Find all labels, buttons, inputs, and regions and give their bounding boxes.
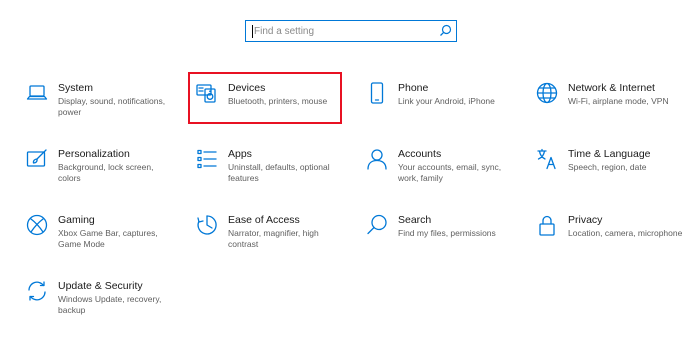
xbox-icon — [26, 214, 48, 236]
tile-title: Phone — [398, 82, 429, 94]
tile-description: Your accounts, email, sync, work, family — [398, 162, 502, 183]
tile-description: Xbox Game Bar, captures, Game Mode — [58, 228, 158, 249]
tile-description: Speech, region, date — [568, 162, 647, 172]
tile-title: Personalization — [58, 148, 130, 160]
tile-system[interactable]: System Display, sound, notifications, po… — [26, 82, 176, 132]
tile-description: Uninstall, defaults, optional features — [228, 162, 330, 183]
language-icon — [536, 148, 558, 170]
tile-title: Update & Security — [58, 280, 143, 292]
tile-phone[interactable]: Phone Link your Android, iPhone — [366, 82, 516, 132]
tile-title: Privacy — [568, 214, 603, 226]
tile-description: Background, lock screen, colors — [58, 162, 154, 183]
tile-network-internet[interactable]: Network & Internet Wi-Fi, airplane mode,… — [536, 82, 686, 132]
search-icon[interactable] — [439, 24, 452, 37]
tile-title: Time & Language — [568, 148, 651, 160]
search-icon — [366, 214, 388, 236]
person-icon — [366, 148, 388, 170]
tile-apps[interactable]: Apps Uninstall, defaults, optional featu… — [196, 148, 346, 198]
tile-title: Accounts — [398, 148, 442, 160]
tile-title: Ease of Access — [228, 214, 300, 226]
tile-description: Location, camera, microphone — [568, 228, 683, 238]
tile-gaming[interactable]: Gaming Xbox Game Bar, captures, Game Mod… — [26, 214, 176, 264]
apps-list-icon — [196, 148, 218, 170]
devices-highlight-box — [188, 72, 342, 124]
tile-time-language[interactable]: Time & Language Speech, region, date — [536, 148, 686, 198]
tile-accounts[interactable]: Accounts Your accounts, email, sync, wor… — [366, 148, 516, 198]
tile-privacy[interactable]: Privacy Location, camera, microphone — [536, 214, 686, 264]
tile-title: Network & Internet — [568, 82, 655, 94]
tile-update-security[interactable]: Update & Security Windows Update, recove… — [26, 280, 176, 330]
tile-search[interactable]: Search Find my files, permissions — [366, 214, 516, 264]
search-box[interactable] — [245, 20, 457, 42]
text-caret — [252, 25, 253, 38]
sync-icon — [26, 280, 48, 302]
tile-title: Search — [398, 214, 432, 226]
tile-description: Link your Android, iPhone — [398, 96, 495, 106]
tile-description: Windows Update, recovery, backup — [58, 294, 162, 315]
paintbrush-icon — [26, 148, 48, 170]
globe-icon — [536, 82, 558, 104]
laptop-icon — [26, 82, 48, 104]
tile-title: System — [58, 82, 94, 94]
ease-of-access-icon — [196, 214, 218, 236]
tile-description: Display, sound, notifications, power — [58, 96, 166, 117]
tile-description: Find my files, permissions — [398, 228, 496, 238]
tile-description: Wi-Fi, airplane mode, VPN — [568, 96, 669, 106]
tile-description: Narrator, magnifier, high contrast — [228, 228, 319, 249]
tile-title: Apps — [228, 148, 252, 160]
tile-title: Gaming — [58, 214, 95, 226]
tile-personalization[interactable]: Personalization Background, lock screen,… — [26, 148, 176, 198]
search-input[interactable] — [254, 23, 434, 39]
lock-icon — [536, 214, 558, 236]
tile-ease-of-access[interactable]: Ease of Access Narrator, magnifier, high… — [196, 214, 346, 264]
phone-icon — [366, 82, 388, 104]
